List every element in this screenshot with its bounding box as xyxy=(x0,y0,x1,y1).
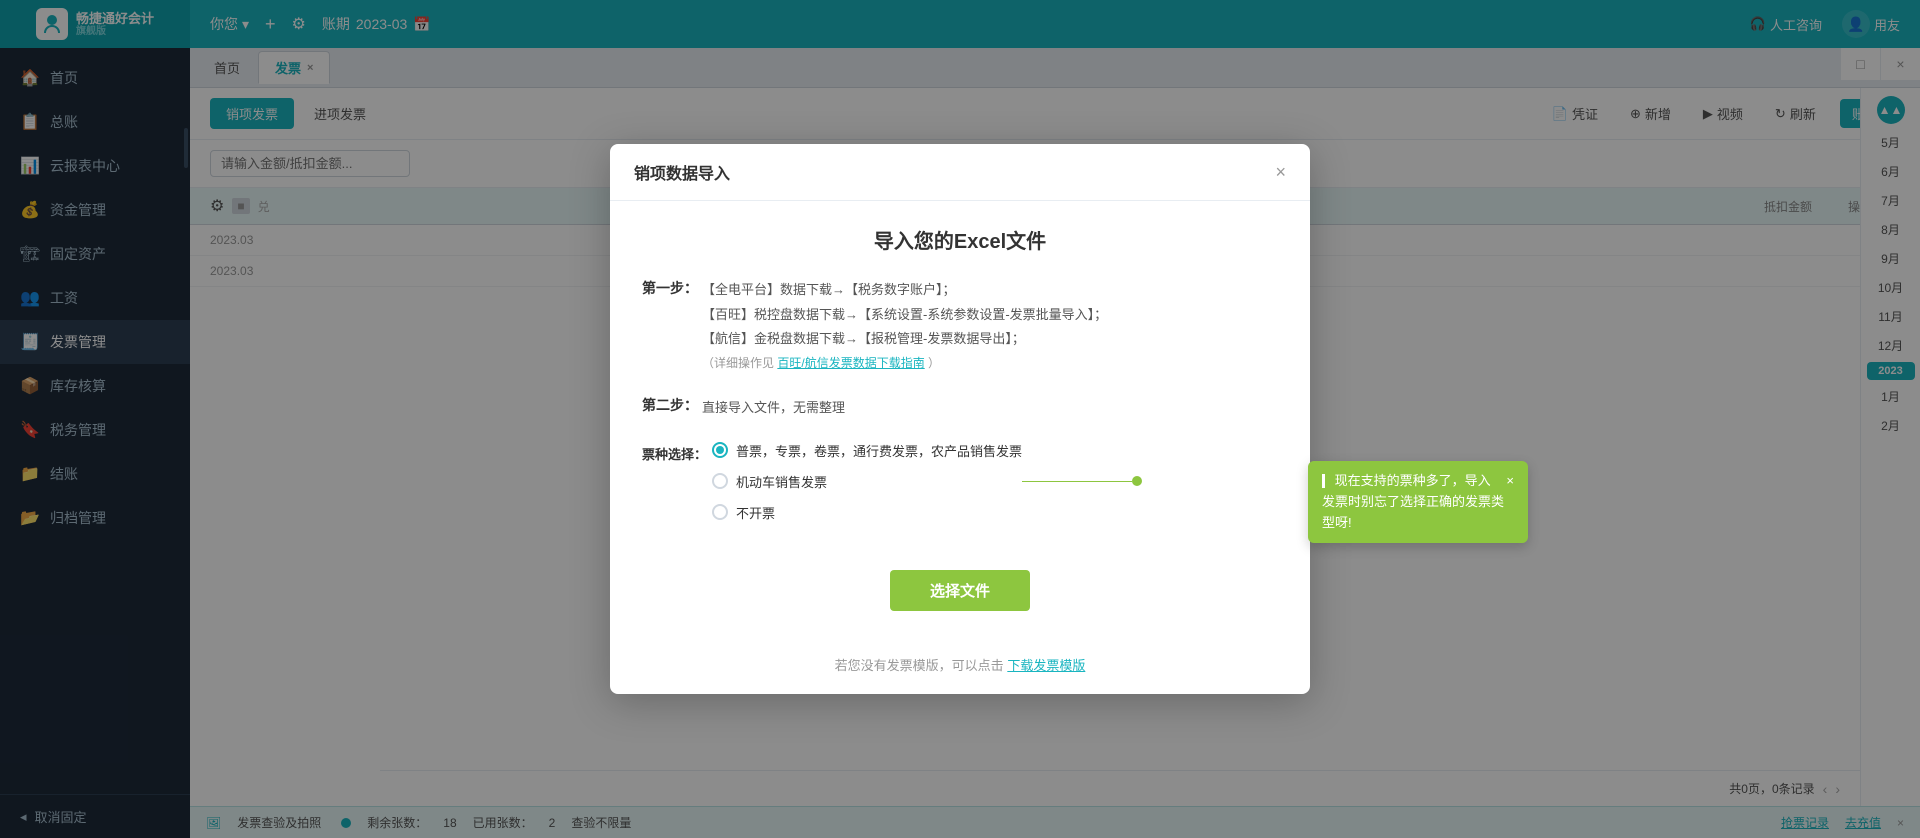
ticket-selection: 票种选择： 普票，专票，卷票，通行费发票，农产品销售发票 机动车销售发票 xyxy=(642,441,1278,550)
radio-motor-label: 机动车销售发票 xyxy=(736,472,827,491)
select-file-area: 选择文件 xyxy=(642,570,1278,611)
step-2: 第二步： 直接导入文件，无需整理 xyxy=(642,395,1278,421)
modal-close-btn[interactable]: × xyxy=(1275,162,1286,183)
tooltip-dot xyxy=(1132,476,1142,486)
modal-main-title: 导入您的Excel文件 xyxy=(642,225,1278,254)
tooltip-close-btn[interactable]: × xyxy=(1506,471,1514,492)
step1-line2: 【百旺】税控盘数据下载→【系统设置-系统参数设置-发票批量导入】； xyxy=(702,303,1107,328)
footer-text: 若您没有发票模版，可以点击 xyxy=(835,658,1004,673)
radio-option-normal[interactable]: 普票，专票，卷票，通行费发票，农产品销售发票 xyxy=(712,441,1022,460)
tooltip-bar-icon xyxy=(1322,474,1325,488)
step1-link-line: （详细操作见 百旺/航信发票数据下载指南 ） xyxy=(702,352,1107,375)
ticket-select-label: 票种选择： xyxy=(642,441,712,470)
radio-normal-label: 普票，专票，卷票，通行费发票，农产品销售发票 xyxy=(736,441,1022,460)
step1-line1: 【全电平台】数据下载→【税务数字账户】； xyxy=(702,278,1107,303)
radio-option-motor[interactable]: 机动车销售发票 xyxy=(712,472,1022,491)
modal-overlay: 销项数据导入 × 导入您的Excel文件 第一步： 【全电平台】数据下载→【税务… xyxy=(0,0,1920,838)
modal-footer: 若您没有发票模版，可以点击 下载发票模版 xyxy=(610,655,1310,694)
step2-text: 直接导入文件，无需整理 xyxy=(702,395,845,421)
step1-lines: 【全电平台】数据下载→【税务数字账户】； 【百旺】税控盘数据下载→【系统设置-系… xyxy=(702,278,1107,375)
tooltip-text: 现在支持的票种多了，导入发票时别忘了选择正确的发票类型呀! xyxy=(1322,473,1504,530)
modal-dialog: 销项数据导入 × 导入您的Excel文件 第一步： 【全电平台】数据下载→【税务… xyxy=(610,144,1310,694)
radio-normal-btn[interactable] xyxy=(712,442,728,458)
step1-label: 第一步： xyxy=(642,278,702,375)
modal-body: 导入您的Excel文件 第一步： 【全电平台】数据下载→【税务数字账户】； 【百… xyxy=(610,201,1310,655)
tooltip-bubble: × 现在支持的票种多了，导入发票时别忘了选择正确的发票类型呀! xyxy=(1308,461,1528,543)
radio-option-none[interactable]: 不开票 xyxy=(712,503,1022,522)
step1-line3: 【航信】金税盘数据下载→【报税管理-发票数据导出】； xyxy=(702,327,1107,352)
radio-none-btn[interactable] xyxy=(712,504,728,520)
radio-group: 普票，专票，卷票，通行费发票，农产品销售发票 机动车销售发票 不开票 xyxy=(712,441,1022,534)
modal-header: 销项数据导入 × xyxy=(610,144,1310,201)
step-1: 第一步： 【全电平台】数据下载→【税务数字账户】； 【百旺】税控盘数据下载→【系… xyxy=(642,278,1278,375)
download-guide-link[interactable]: 百旺/航信发票数据下载指南 xyxy=(777,356,924,370)
step2-content: 第二步： 直接导入文件，无需整理 xyxy=(642,395,1278,421)
step1-content: 第一步： 【全电平台】数据下载→【税务数字账户】； 【百旺】税控盘数据下载→【系… xyxy=(642,278,1278,375)
modal-title: 销项数据导入 xyxy=(634,160,730,184)
radio-motor-btn[interactable] xyxy=(712,473,728,489)
select-file-btn[interactable]: 选择文件 xyxy=(890,570,1030,611)
download-template-link[interactable]: 下载发票模版 xyxy=(1007,658,1085,673)
step2-label: 第二步： xyxy=(642,395,702,421)
tooltip-line xyxy=(1022,481,1132,482)
ticket-select-row: 票种选择： 普票，专票，卷票，通行费发票，农产品销售发票 机动车销售发票 xyxy=(642,441,1278,550)
radio-none-label: 不开票 xyxy=(736,503,775,522)
